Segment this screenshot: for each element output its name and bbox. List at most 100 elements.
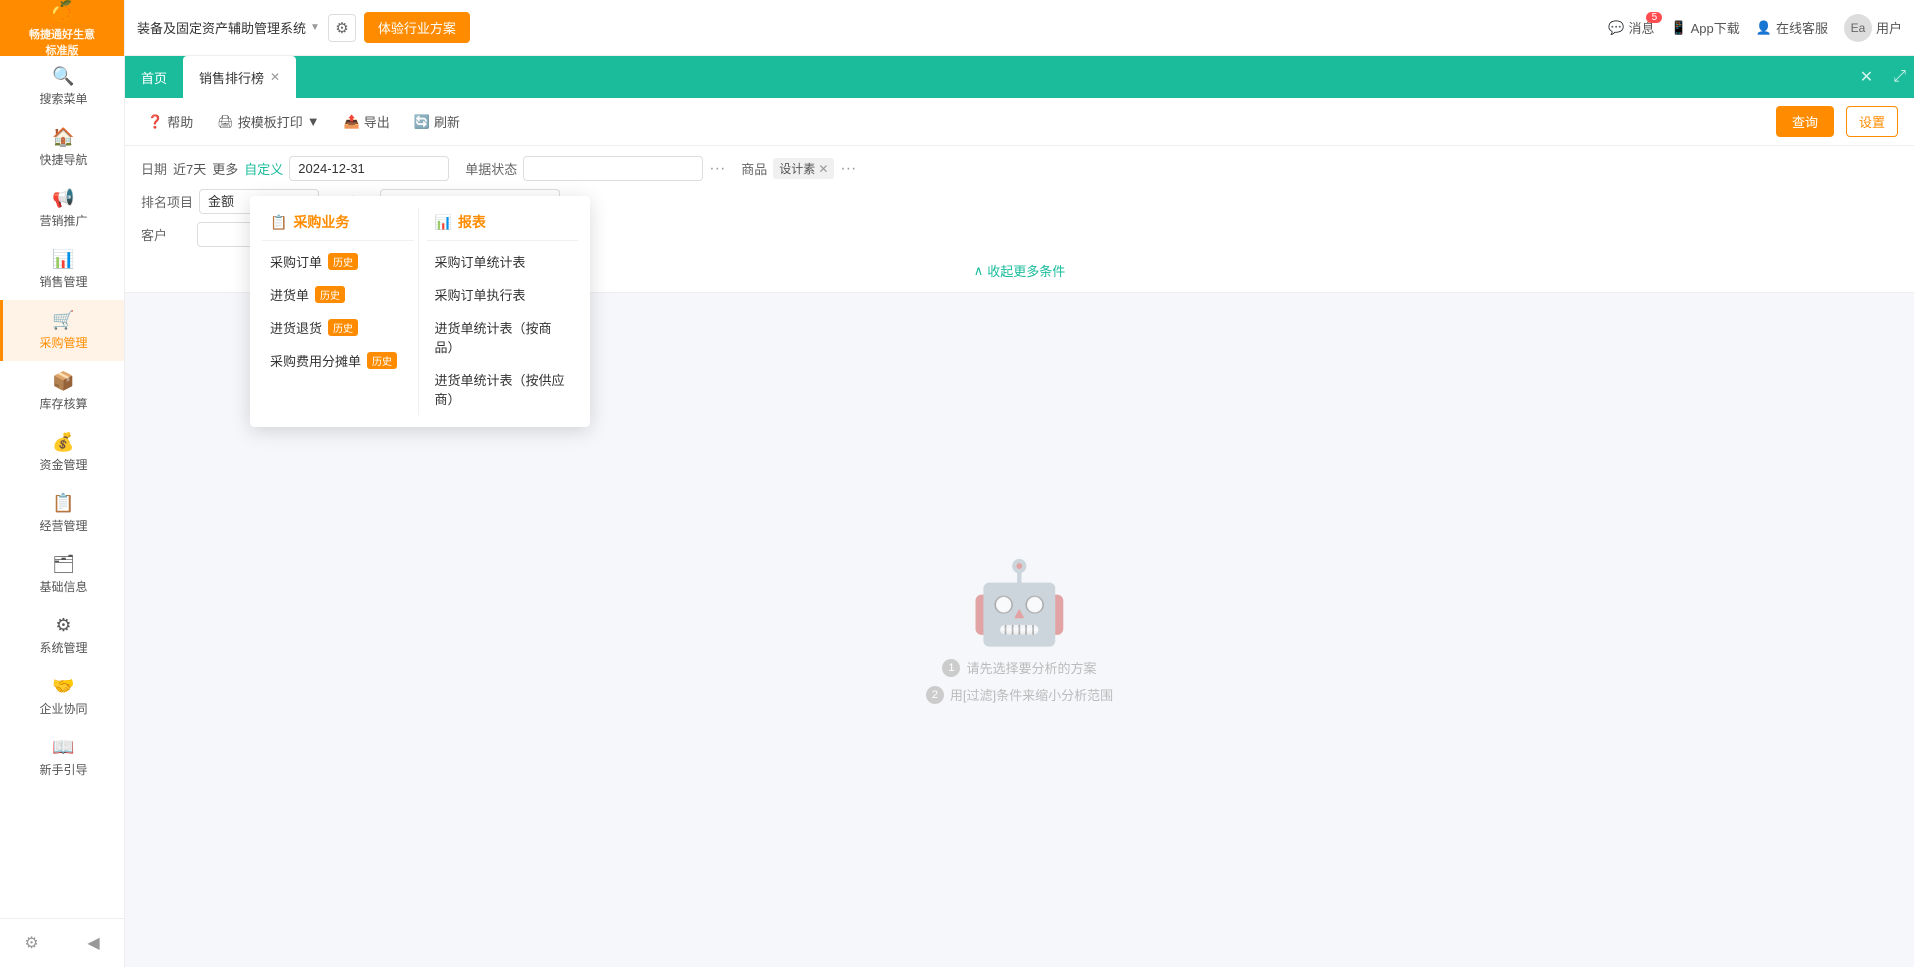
operation-label: 经营管理 bbox=[39, 517, 87, 534]
return-badge: 历史 bbox=[328, 319, 358, 336]
goods-tag-close[interactable]: ✕ bbox=[818, 162, 828, 176]
sidebar-collapse-btn[interactable]: ◀ bbox=[83, 929, 103, 957]
doc-status-filter: 单据状态 ··· bbox=[465, 156, 725, 181]
expense-badge: 历史 bbox=[367, 352, 397, 369]
tabbar-global-close-btn[interactable]: ✕ bbox=[1848, 67, 1885, 87]
sidebar-item-basic[interactable]: 🗂基础信息 bbox=[0, 544, 124, 605]
tab-sales-rank-label: 销售排行榜 bbox=[199, 68, 264, 87]
sidebar-footer: ⚙ ◀ bbox=[0, 918, 124, 967]
purchase-order-badge: 历史 bbox=[328, 253, 358, 270]
coop-icon: 🤝 bbox=[52, 676, 74, 697]
doc-status-dots[interactable]: ··· bbox=[709, 160, 725, 178]
tab-home-label: 首页 bbox=[141, 68, 167, 87]
logo-icon: 🍊 bbox=[50, 0, 75, 24]
topbar-user-btn[interactable]: Ea 用户 bbox=[1844, 14, 1902, 42]
operation-icon: 📋 bbox=[52, 493, 74, 514]
dropdown-purchase-header: 📋 采购业务 bbox=[262, 208, 414, 241]
report-header-label: 报表 bbox=[458, 212, 486, 232]
nav-label: 快捷导航 bbox=[39, 151, 87, 168]
app-icon: 📱 bbox=[1670, 20, 1686, 36]
service-label: 在线客服 bbox=[1776, 18, 1828, 37]
tab-home[interactable]: 首页 bbox=[125, 56, 183, 98]
date-label: 日期 bbox=[141, 159, 167, 178]
sidebar-item-finance[interactable]: 💰资金管理 bbox=[0, 422, 124, 483]
collapse-label: 收起更多条件 bbox=[987, 261, 1065, 280]
purchase-icon: 🛒 bbox=[52, 310, 74, 331]
guide-label: 新手引导 bbox=[39, 761, 87, 778]
tab-close-icon[interactable]: ✕ bbox=[270, 70, 280, 84]
dropdown-col-purchase: 📋 采购业务 采购订单 历史 进货单 历史 进货退货 历史 bbox=[262, 208, 414, 415]
finance-icon: 💰 bbox=[52, 432, 74, 453]
empty-state: 🤖 1 请先选择要分析的方案 2 用[过滤]条件来缩小分析范围 bbox=[926, 556, 1113, 704]
export-label: 导出 bbox=[364, 112, 390, 131]
sidebar-item-purchase[interactable]: 🛒采购管理 bbox=[0, 300, 124, 361]
tab-sales-rank[interactable]: 销售排行榜 ✕ bbox=[183, 56, 296, 98]
sidebar-item-operation[interactable]: 📋 经营管理 bbox=[0, 483, 124, 544]
sidebar-item-search[interactable]: 🔍 搜索菜单 bbox=[0, 56, 124, 117]
purchase-header-icon: 📋 bbox=[270, 214, 287, 231]
topbar-app-btn[interactable]: 📱 App下载 bbox=[1670, 18, 1739, 37]
basic-icon: 🗂 bbox=[52, 554, 75, 575]
refresh-icon: 🔄 bbox=[414, 114, 430, 130]
content-area: ❓ 帮助 🖨 按模板打印 ▼ 📤 导出 🔄 刷新 查询 设置 bbox=[125, 98, 1914, 967]
search-label: 搜索菜单 bbox=[39, 90, 87, 107]
sidebar-nav: 🔍 搜索菜单 🏠快捷导航📢营销推广 📊 销售管理 🛒采购管理📦库存核算💰资金管理 📋 经营管理… bbox=[0, 56, 124, 918]
system-icon: ⚙ bbox=[55, 615, 71, 636]
industry-btn[interactable]: 体验行业方案 bbox=[364, 12, 470, 43]
date-quick-more[interactable]: 更多 bbox=[212, 159, 238, 178]
dropdown-item-order-stat[interactable]: 采购订单统计表 bbox=[427, 245, 579, 278]
filter-row-1: 日期 近7天 更多 自定义 单据状态 ··· 商品 设计素 ✕ bbox=[141, 156, 1898, 181]
sidebar: 🍊 畅捷通好生意 标准版 🔍 搜索菜单 🏠快捷导航📢营销推广 📊 销售管理 🛒采购管理📦库… bbox=[0, 0, 125, 967]
avatar: Ea bbox=[1844, 14, 1872, 42]
print-btn[interactable]: 🖨 按模板打印 ▼ bbox=[211, 108, 325, 135]
dropdown-item-receive-stat-supplier[interactable]: 进货单统计表（按供应商） bbox=[427, 363, 579, 415]
date-quick-custom[interactable]: 自定义 bbox=[244, 159, 283, 178]
sidebar-item-guide[interactable]: 📖新手引导 bbox=[0, 727, 124, 788]
dropdown-item-receive[interactable]: 进货单 历史 bbox=[262, 278, 414, 311]
tabbar: 首页 销售排行榜 ✕ ✕ ⤢ bbox=[125, 56, 1914, 98]
date-filter: 日期 近7天 更多 自定义 bbox=[141, 156, 449, 181]
query-btn[interactable]: 查询 bbox=[1776, 106, 1834, 137]
sidebar-item-stock[interactable]: 📦库存核算 bbox=[0, 361, 124, 422]
goods-dots[interactable]: ··· bbox=[840, 160, 856, 178]
sidebar-item-system[interactable]: ⚙系统管理 bbox=[0, 605, 124, 666]
empty-hint-2-text: 用[过滤]条件来缩小分析范围 bbox=[950, 685, 1113, 704]
topbar-service-btn[interactable]: 👤 在线客服 bbox=[1756, 18, 1828, 37]
sidebar-logo: 🍊 畅捷通好生意 标准版 bbox=[0, 0, 124, 56]
dropdown-item-receive-stat-goods[interactable]: 进货单统计表（按商品） bbox=[427, 311, 579, 363]
goods-tag-text: 设计素 bbox=[779, 160, 815, 177]
refresh-btn[interactable]: 🔄 刷新 bbox=[408, 108, 466, 135]
sales-icon: 📊 bbox=[52, 249, 74, 270]
topbar-right: 💬 消息 5 📱 App下载 👤 在线客服 Ea 用户 bbox=[1608, 14, 1902, 42]
help-icon: ❓ bbox=[147, 114, 163, 130]
dropdown-item-return[interactable]: 进货退货 历史 bbox=[262, 311, 414, 344]
tabbar-expand-btn[interactable]: ⤢ bbox=[1885, 68, 1914, 86]
topbar-settings-btn[interactable]: ⚙ bbox=[328, 14, 356, 42]
topbar-dropdown-arrow: ▼ bbox=[310, 22, 320, 33]
sidebar-item-coop[interactable]: 🤝企业协同 bbox=[0, 666, 124, 727]
dropdown-item-order-exec[interactable]: 采购订单执行表 bbox=[427, 278, 579, 311]
sidebar-settings-btn[interactable]: ⚙ bbox=[20, 929, 42, 957]
sales-label: 销售管理 bbox=[39, 273, 87, 290]
search-icon: 🔍 bbox=[52, 66, 74, 87]
settings-btn[interactable]: 设置 bbox=[1846, 106, 1898, 137]
sidebar-item-marketing[interactable]: 📢营销推广 bbox=[0, 178, 124, 239]
date-quick-7d[interactable]: 近7天 bbox=[173, 159, 206, 178]
date-input[interactable] bbox=[289, 156, 449, 181]
export-btn[interactable]: 📤 导出 bbox=[338, 108, 396, 135]
goods-filter: 商品 设计素 ✕ ··· bbox=[741, 158, 856, 179]
report-header-icon: 📊 bbox=[435, 214, 452, 231]
msg-icon: 💬 bbox=[1608, 20, 1624, 36]
dropdown-item-expense[interactable]: 采购费用分摊单 历史 bbox=[262, 344, 414, 377]
sidebar-item-nav[interactable]: 🏠快捷导航 bbox=[0, 117, 124, 178]
empty-illustration: 🤖 bbox=[970, 556, 1070, 650]
dropdown-item-purchase-order[interactable]: 采购订单 历史 bbox=[262, 245, 414, 278]
dropdown-report-header: 📊 报表 bbox=[427, 208, 579, 241]
topbar-msg-btn[interactable]: 💬 消息 5 bbox=[1608, 18, 1654, 37]
main-area: 装备及固定资产辅助管理系统 ▼ ⚙ 体验行业方案 💬 消息 5 📱 App下载 … bbox=[125, 0, 1914, 967]
doc-status-input[interactable] bbox=[523, 156, 703, 181]
help-btn[interactable]: ❓ 帮助 bbox=[141, 108, 199, 135]
system-title-dropdown[interactable]: 装备及固定资产辅助管理系统 ▼ bbox=[137, 18, 320, 37]
sidebar-item-sales[interactable]: 📊 销售管理 bbox=[0, 239, 124, 300]
hint-num-2: 2 bbox=[926, 686, 944, 704]
